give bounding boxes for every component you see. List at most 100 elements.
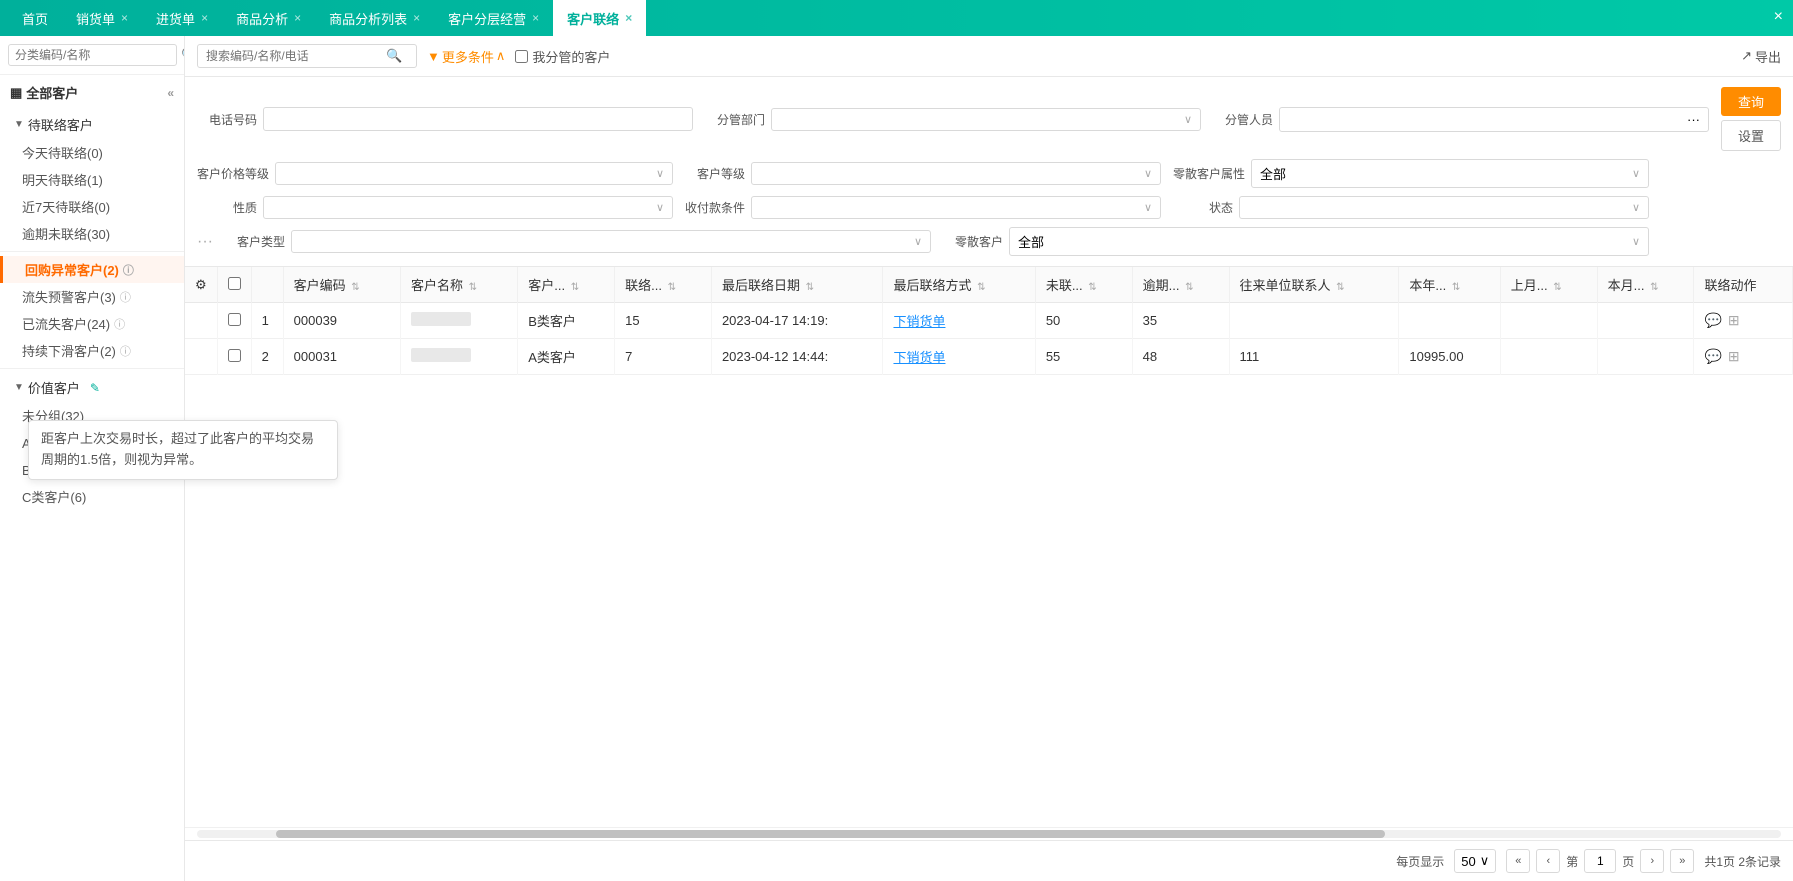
sidebar-item-tomorrow[interactable]: 明天待联络(1) [0, 166, 184, 193]
customer-type-select[interactable]: ∨ [291, 230, 931, 253]
close-customer-segment[interactable]: × [532, 11, 539, 25]
th-contact[interactable]: 联络... ⇅ [615, 267, 712, 303]
page-number-input[interactable] [1584, 849, 1616, 873]
more-conditions-btn[interactable]: ▼ 更多条件 ∧ [427, 47, 505, 66]
price-tier-chevron: ∨ [656, 167, 664, 180]
select-all-checkbox[interactable] [228, 277, 241, 290]
search-icon[interactable]: 🔍 [386, 48, 402, 64]
sidebar-item-abnormal-repurchase[interactable]: 回购异常客户(2) ⓘ [0, 256, 184, 283]
nav-home[interactable]: 首页 [8, 0, 62, 36]
close-customer-contact[interactable]: × [625, 11, 632, 25]
nature-label: 性质 [197, 199, 257, 216]
th-checkbox [217, 267, 251, 303]
my-customers-checkbox[interactable] [515, 50, 528, 63]
filter-payment: 收付款条件 ∨ [685, 196, 1161, 219]
sort-contact-icon: ⇅ [668, 282, 676, 293]
retail-attr-select[interactable]: 全部 ∨ [1251, 159, 1649, 188]
td-year-2: 10995.00 [1399, 339, 1500, 375]
nav-product-analysis[interactable]: 商品分析 × [222, 0, 315, 36]
nav-product-list[interactable]: 商品分析列表 × [315, 0, 434, 36]
next-page-btn[interactable]: › [1640, 849, 1664, 873]
method-link-2[interactable]: 下销货单 [893, 350, 945, 365]
horizontal-scroll-bar[interactable] [185, 827, 1793, 840]
row2-checkbox[interactable] [228, 349, 241, 362]
th-this-year[interactable]: 本年... ⇅ [1399, 267, 1500, 303]
row1-checkbox[interactable] [228, 313, 241, 326]
filter-status: 状态 ∨ [1173, 196, 1649, 219]
td-method-2[interactable]: 下销货单 [883, 339, 1035, 375]
table-footer: 每页显示 50 ∨ « ‹ 第 页 › » 共1页 2条记录 [185, 840, 1793, 881]
close-product-analysis[interactable]: × [294, 11, 301, 25]
th-customer-type[interactable]: 客户... ⇅ [518, 267, 615, 303]
nature-select[interactable]: ∨ [263, 196, 673, 219]
th-customer-code[interactable]: 客户编码 ⇅ [283, 267, 400, 303]
edit-group-icon[interactable]: ✎ [90, 381, 100, 395]
window-close-icon[interactable]: × [1774, 8, 1783, 26]
phone-label: 电话号码 [197, 111, 257, 128]
sidebar-collapse-btn[interactable]: « [167, 86, 174, 100]
chat-icon-2[interactable]: 💬 [1704, 348, 1721, 365]
search-input[interactable] [206, 49, 386, 63]
retail-customer-label: 零散客户 [943, 233, 1003, 250]
last-page-btn[interactable]: » [1670, 849, 1694, 873]
nav-sales-order[interactable]: 销货单 × [62, 0, 142, 36]
method-link-1[interactable]: 下销货单 [893, 314, 945, 329]
th-settings[interactable]: ⚙ [185, 267, 217, 303]
sort-method-icon: ⇅ [977, 282, 985, 293]
th-customer-name[interactable]: 客户名称 ⇅ [400, 267, 517, 303]
td-method-1[interactable]: 下销货单 [883, 303, 1035, 339]
th-this-month[interactable]: 本月... ⇅ [1597, 267, 1694, 303]
sort-overdue-icon: ⇅ [1185, 282, 1193, 293]
my-customers-checkbox-label[interactable]: 我分管的客户 [515, 47, 610, 66]
all-customers-title[interactable]: ▦ 全部客户 « [0, 75, 184, 110]
nav-purchase-order[interactable]: 进货单 × [142, 0, 222, 36]
td-name-1 [400, 303, 517, 339]
nav-customer-segment[interactable]: 客户分层经营 × [434, 0, 553, 36]
sidebar-item-overdue[interactable]: 逾期未联络(30) [0, 220, 184, 247]
grid-icon-1[interactable]: ⊞ [1728, 312, 1740, 329]
per-page-select[interactable]: 50 ∨ [1454, 849, 1496, 873]
sidebar-item-today[interactable]: 今天待联络(0) [0, 139, 184, 166]
close-purchase-order[interactable]: × [201, 11, 208, 25]
td-checkbox-1 [217, 303, 251, 339]
nav-customer-contact[interactable]: 客户联络 × [553, 0, 646, 36]
filter-phone: 电话号码 [197, 107, 693, 131]
th-last-contact-method[interactable]: 最后联络方式 ⇅ [883, 267, 1035, 303]
prev-page-btn[interactable]: ‹ [1536, 849, 1560, 873]
retail-customer-select[interactable]: 全部 ∨ [1009, 227, 1649, 256]
first-page-btn[interactable]: « [1506, 849, 1530, 873]
action-icons-2: 💬 ⊞ [1704, 348, 1782, 365]
settings-button[interactable]: 设置 [1721, 120, 1781, 151]
sort-contacts-icon: ⇅ [1336, 282, 1344, 293]
th-last-contact-date[interactable]: 最后联络日期 ⇅ [711, 267, 883, 303]
chat-icon-1[interactable]: 💬 [1704, 312, 1721, 329]
sidebar-item-churned[interactable]: 已流失客户(24) ⓘ [0, 310, 184, 337]
td-date-2: 2023-04-12 14:44: [711, 339, 883, 375]
info-icon-4: ⓘ [120, 343, 131, 359]
sidebar-item-declining[interactable]: 持续下滑客户(2) ⓘ [0, 337, 184, 364]
payment-select[interactable]: ∨ [751, 196, 1161, 219]
value-customer-group[interactable]: ▼ 价值客户 ✎ [0, 373, 184, 402]
sidebar-item-class-c[interactable]: C类客户(6) [0, 483, 184, 510]
price-tier-select[interactable]: ∨ [275, 162, 673, 185]
sidebar-search-input[interactable] [8, 44, 177, 66]
th-unpaid[interactable]: 未联... ⇅ [1035, 267, 1132, 303]
pending-contact-group[interactable]: ▼ 待联络客户 [0, 110, 184, 139]
status-select[interactable]: ∨ [1239, 196, 1649, 219]
sidebar-item-churn-warning[interactable]: 流失预警客户(3) ⓘ [0, 283, 184, 310]
grid-icon-2[interactable]: ⊞ [1728, 348, 1740, 365]
th-contacts[interactable]: 往来单位联系人 ⇅ [1229, 267, 1399, 303]
query-button[interactable]: 查询 [1721, 87, 1781, 116]
export-btn[interactable]: ↗ 导出 [1741, 47, 1781, 66]
sidebar-item-7days[interactable]: 近7天待联络(0) [0, 193, 184, 220]
manager-select[interactable]: ··· [1279, 107, 1709, 132]
more-filters-dots[interactable]: ··· [197, 233, 213, 251]
close-sales-order[interactable]: × [121, 11, 128, 25]
dept-select[interactable]: ∨ [771, 108, 1201, 131]
th-overdue[interactable]: 逾期... ⇅ [1132, 267, 1229, 303]
th-last-month[interactable]: 上月... ⇅ [1500, 267, 1597, 303]
phone-input[interactable] [263, 107, 693, 131]
customer-tier-select[interactable]: ∨ [751, 162, 1161, 185]
close-product-list[interactable]: × [413, 11, 420, 25]
manager-label: 分管人员 [1213, 111, 1273, 128]
